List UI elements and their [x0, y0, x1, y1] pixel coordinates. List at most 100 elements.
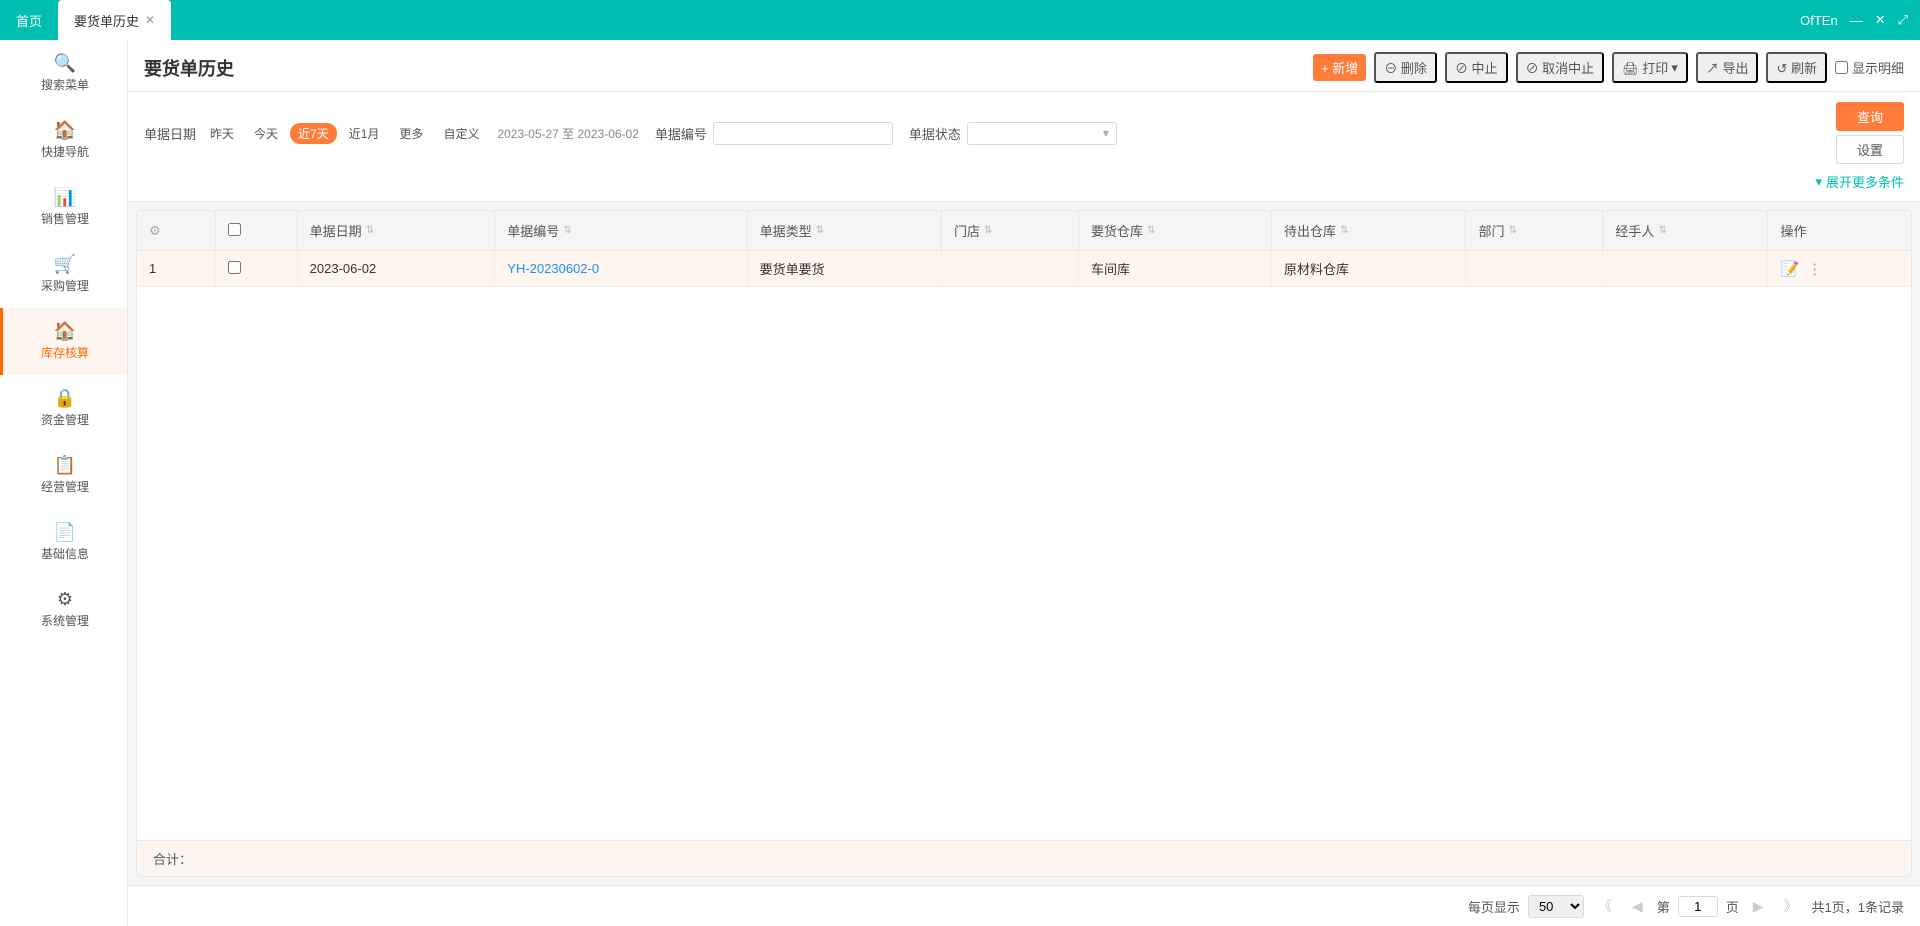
- table-header-row: ⚙ 单据日期 ⇅ 单据编号: [137, 211, 1911, 251]
- data-table: ⚙ 单据日期 ⇅ 单据编号: [137, 211, 1911, 287]
- more-row-icon[interactable]: ⋮: [1807, 260, 1822, 278]
- maximize-icon[interactable]: ⤢: [1898, 12, 1908, 28]
- sidebar-item-label: 基础信息: [41, 545, 89, 562]
- top-bar-right: OfTEn — ✕ ⤢: [1800, 12, 1920, 28]
- sidebar-item-label: 经营管理: [41, 478, 89, 495]
- docno-sort-icon[interactable]: ⇅: [563, 225, 571, 236]
- filter-actions: 查询 设置: [1836, 102, 1904, 164]
- sidebar-item-purchase-mgmt[interactable]: 🛒 采购管理: [0, 241, 127, 308]
- expand-filter-icon: ▾: [1815, 174, 1822, 190]
- refresh-button[interactable]: ↺ 刷新: [1766, 52, 1827, 83]
- display-detail-label: 显示明细: [1852, 58, 1904, 77]
- th-docno-label: 单据编号: [507, 221, 559, 240]
- cell-ops: 📝 ⋮: [1768, 251, 1911, 287]
- table-row: 1 2023-06-02 YH-20230602-0 要货单要货: [137, 251, 1911, 287]
- filter-row-2: ▾ 展开更多条件: [144, 172, 1904, 191]
- th-req-warehouse: 要货仓库 ⇅: [1078, 211, 1271, 251]
- content-area: 要货单历史 + 新增 ⊖ 删除 ⊘ 中止 ⊘ 取消中止 🖨 打印 ▾: [128, 40, 1920, 926]
- cancel-stop-button-label: ⊘ 取消中止: [1526, 58, 1595, 77]
- req-warehouse-sort-icon[interactable]: ⇅: [1147, 225, 1155, 236]
- store-sort-icon[interactable]: ⇅: [984, 225, 992, 236]
- tab-close-icon[interactable]: ✕: [145, 13, 155, 27]
- th-date: 单据日期 ⇅: [297, 211, 495, 251]
- pending-warehouse-sort-icon[interactable]: ⇅: [1340, 225, 1348, 236]
- new-button-label: + 新增: [1321, 58, 1358, 77]
- date-btn-more[interactable]: 更多: [391, 123, 431, 144]
- prev-page-button[interactable]: ◀: [1626, 896, 1649, 917]
- settings-gear-icon[interactable]: ⚙: [149, 223, 161, 238]
- th-ops: 操作: [1768, 211, 1911, 251]
- doctype-sort-icon[interactable]: ⇅: [816, 225, 824, 236]
- th-store: 门店 ⇅: [941, 211, 1078, 251]
- sidebar-item-sales-mgmt[interactable]: 📊 销售管理: [0, 174, 127, 241]
- sidebar-item-search-menu[interactable]: 🔍 搜索菜单: [0, 40, 127, 107]
- first-page-button[interactable]: 《: [1592, 894, 1618, 918]
- stop-button-label: ⊘ 中止: [1455, 58, 1498, 77]
- handler-sort-icon[interactable]: ⇅: [1658, 225, 1666, 236]
- delete-button[interactable]: ⊖ 删除: [1374, 52, 1437, 83]
- date-btn-yesterday[interactable]: 昨天: [202, 123, 242, 144]
- display-detail-toggle[interactable]: 显示明细: [1835, 58, 1904, 77]
- toolbar: + 新增 ⊖ 删除 ⊘ 中止 ⊘ 取消中止 🖨 打印 ▾ ↗ 导出: [1313, 52, 1904, 83]
- table-area: ⚙ 单据日期 ⇅ 单据编号: [136, 210, 1912, 877]
- next-page-button[interactable]: ▶: [1747, 896, 1770, 917]
- date-btn-7days[interactable]: 近7天: [290, 123, 337, 144]
- tab-home[interactable]: 首页: [0, 0, 58, 40]
- cell-docno: YH-20230602-0: [495, 251, 747, 287]
- quick-nav-icon: 🏠: [54, 121, 76, 139]
- tab-requisition-history[interactable]: 要货单历史 ✕: [58, 0, 171, 40]
- print-button[interactable]: 🖨 打印 ▾: [1612, 52, 1688, 83]
- date-btn-today[interactable]: 今天: [246, 123, 286, 144]
- row-date: 2023-06-02: [310, 261, 377, 276]
- date-sort-icon[interactable]: ⇅: [366, 225, 374, 236]
- sidebar-item-base-info[interactable]: 📄 基础信息: [0, 509, 127, 576]
- sidebar-item-quick-nav[interactable]: 🏠 快捷导航: [0, 107, 127, 174]
- th-req-warehouse-label: 要货仓库: [1091, 221, 1143, 240]
- edit-row-icon[interactable]: 📝: [1780, 260, 1799, 278]
- export-button[interactable]: ↗ 导出: [1696, 52, 1759, 83]
- row-checkbox[interactable]: [228, 261, 241, 274]
- tab-home-label: 首页: [16, 11, 42, 30]
- th-date-label: 单据日期: [310, 221, 362, 240]
- sidebar-item-ops-mgmt[interactable]: 📋 经营管理: [0, 442, 127, 509]
- expand-filter-button[interactable]: ▾ 展开更多条件: [1815, 172, 1904, 191]
- sidebar-item-label: 搜索菜单: [41, 76, 89, 93]
- last-page-button[interactable]: 》: [1778, 894, 1804, 918]
- sidebar-item-sys-mgmt[interactable]: ⚙ 系统管理: [0, 576, 127, 643]
- status-filter-group: 单据状态: [909, 122, 1117, 145]
- top-bar: 首页 要货单历史 ✕ OfTEn — ✕ ⤢: [0, 0, 1920, 40]
- ops-mgmt-icon: 📋: [54, 456, 76, 474]
- per-page-select[interactable]: 10 20 50 100: [1528, 895, 1584, 918]
- row-pending-warehouse: 原材料仓库: [1284, 262, 1349, 277]
- minimize-icon[interactable]: —: [1850, 13, 1863, 28]
- print-button-label: 🖨 打印: [1622, 58, 1668, 77]
- sidebar-item-inventory[interactable]: 🏠 库存核算: [0, 308, 127, 375]
- status-filter-select[interactable]: [967, 122, 1117, 145]
- filter-bar: 单据日期 昨天 今天 近7天 近1月 更多 自定义 2023-05-27 至 2…: [128, 92, 1920, 202]
- date-btn-1month[interactable]: 近1月: [341, 123, 388, 144]
- base-info-icon: 📄: [54, 523, 76, 541]
- refresh-button-label: ↺ 刷新: [1776, 58, 1817, 77]
- settings-button[interactable]: 设置: [1836, 135, 1904, 164]
- docno-filter-input[interactable]: [713, 122, 893, 145]
- row-docno-link[interactable]: YH-20230602-0: [507, 261, 599, 276]
- date-filter-group: 单据日期 昨天 今天 近7天 近1月 更多 自定义 2023-05-27 至 2…: [144, 123, 639, 144]
- tab-requisition-label: 要货单历史: [74, 11, 139, 30]
- page-number-input[interactable]: [1678, 896, 1718, 917]
- cell-checkbox: [215, 251, 297, 287]
- close-window-icon[interactable]: ✕: [1875, 12, 1886, 28]
- new-button[interactable]: + 新增: [1313, 54, 1366, 81]
- cancel-stop-button[interactable]: ⊘ 取消中止: [1516, 52, 1605, 83]
- display-detail-checkbox[interactable]: [1835, 61, 1848, 74]
- page-label: 第: [1657, 897, 1670, 916]
- query-button[interactable]: 查询: [1836, 102, 1904, 131]
- th-doctype-label: 单据类型: [760, 221, 812, 240]
- finance-mgmt-icon: 🔒: [54, 389, 76, 407]
- cell-pending-warehouse: 原材料仓库: [1272, 251, 1466, 287]
- delete-button-label: ⊖ 删除: [1384, 58, 1427, 77]
- sidebar-item-finance-mgmt[interactable]: 🔒 资金管理: [0, 375, 127, 442]
- stop-button[interactable]: ⊘ 中止: [1445, 52, 1508, 83]
- select-all-checkbox[interactable]: [228, 223, 241, 236]
- dept-sort-icon[interactable]: ⇅: [1508, 225, 1516, 236]
- date-btn-custom[interactable]: 自定义: [435, 123, 487, 144]
